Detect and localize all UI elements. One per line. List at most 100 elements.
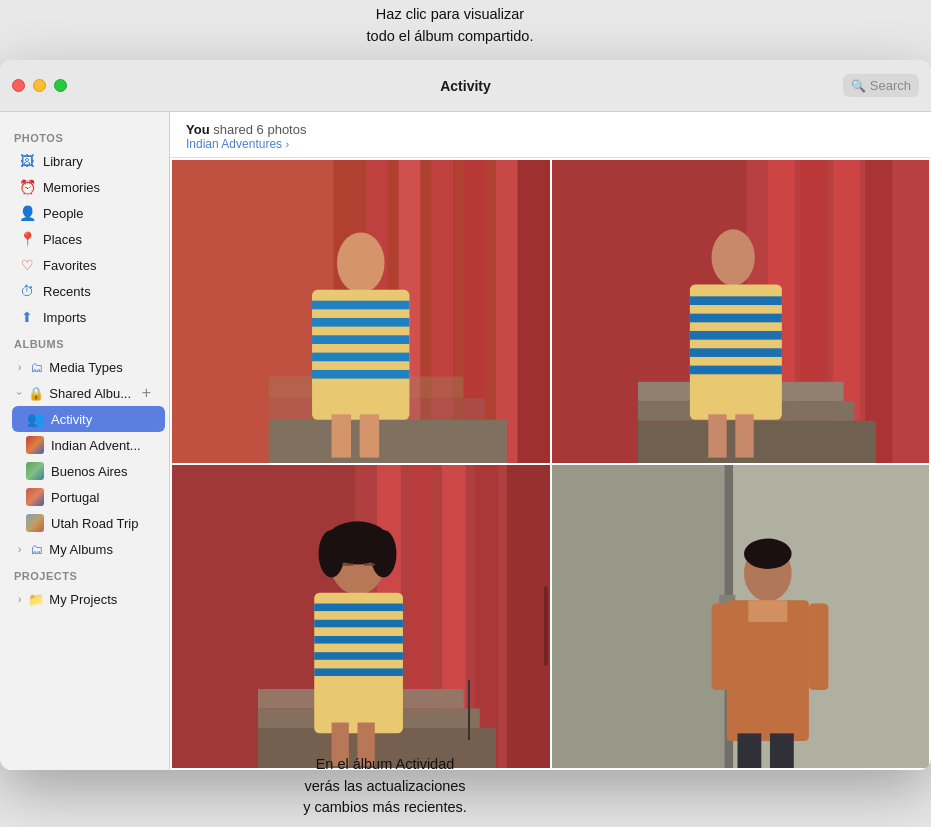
sidebar-item-recents-label: Recents bbox=[43, 284, 91, 299]
shared-albums-icon: 🔒 bbox=[27, 384, 45, 402]
sidebar-item-places-label: Places bbox=[43, 232, 82, 247]
add-shared-album-button[interactable]: + bbox=[142, 384, 151, 402]
svg-rect-10 bbox=[269, 420, 507, 463]
sidebar-group-media-types[interactable]: › 🗂 Media Types bbox=[4, 354, 165, 380]
activity-header: You shared 6 photos Indian Adventures › bbox=[170, 112, 931, 158]
albums-section-label: Albums bbox=[0, 330, 169, 354]
activity-icon: 👥 bbox=[26, 410, 44, 428]
sidebar-item-recents[interactable]: ⏱ Recents bbox=[4, 278, 165, 304]
sidebar-item-activity[interactable]: 👥 Activity bbox=[12, 406, 165, 432]
sidebar-item-buenos-aires[interactable]: Buenos Aires bbox=[12, 458, 165, 484]
imports-icon: ⬆ bbox=[18, 308, 36, 326]
photo-svg-1 bbox=[172, 160, 550, 463]
svg-rect-31 bbox=[689, 296, 781, 305]
photo-cell-4[interactable] bbox=[552, 465, 930, 768]
utah-road-trip-thumb bbox=[26, 514, 44, 532]
media-types-label: Media Types bbox=[49, 360, 151, 375]
memories-icon: ⏰ bbox=[18, 178, 36, 196]
search-box[interactable]: 🔍 Search bbox=[843, 74, 919, 97]
svg-rect-54 bbox=[314, 593, 403, 734]
my-projects-label: My Projects bbox=[49, 592, 151, 607]
photo-cell-3[interactable] bbox=[172, 465, 550, 768]
sidebar-item-imports-label: Imports bbox=[43, 310, 86, 325]
svg-rect-28 bbox=[637, 421, 875, 463]
sidebar-item-buenos-aires-label: Buenos Aires bbox=[51, 464, 128, 479]
sidebar-item-portugal-label: Portugal bbox=[51, 490, 99, 505]
annotation-top: Haz clic para visualizar todo el álbum c… bbox=[310, 4, 590, 48]
svg-rect-16 bbox=[312, 353, 409, 362]
media-types-chevron: › bbox=[18, 362, 21, 373]
album-name: Indian Adventures bbox=[186, 137, 282, 151]
sidebar-item-utah-road-trip[interactable]: Utah Road Trip bbox=[12, 510, 165, 536]
svg-rect-17 bbox=[312, 370, 409, 379]
maximize-button[interactable] bbox=[54, 79, 67, 92]
shared-albums-sub-items: 👥 Activity Indian Advent... Buenos Aires… bbox=[0, 406, 169, 536]
sidebar-group-my-albums[interactable]: › 🗂 My Albums bbox=[4, 536, 165, 562]
svg-rect-47 bbox=[258, 728, 496, 768]
shared-info: You shared 6 photos bbox=[186, 122, 915, 137]
svg-rect-36 bbox=[708, 414, 726, 457]
traffic-lights bbox=[12, 79, 67, 92]
svg-point-69 bbox=[743, 539, 791, 569]
sidebar-item-memories[interactable]: ⏰ Memories bbox=[4, 174, 165, 200]
projects-section-label: Projects bbox=[0, 562, 169, 586]
svg-rect-56 bbox=[314, 620, 403, 628]
scroll-handle[interactable] bbox=[544, 586, 548, 666]
portugal-thumb bbox=[26, 488, 44, 506]
svg-rect-19 bbox=[360, 414, 379, 457]
svg-point-50 bbox=[319, 530, 345, 578]
photo-svg-4 bbox=[552, 465, 930, 768]
title-bar: Activity 🔍 Search bbox=[0, 60, 931, 112]
sidebar-item-places[interactable]: 📍 Places bbox=[4, 226, 165, 252]
svg-rect-14 bbox=[312, 318, 409, 327]
places-icon: 📍 bbox=[18, 230, 36, 248]
sidebar-item-library-label: Library bbox=[43, 154, 83, 169]
media-types-icon: 🗂 bbox=[27, 358, 45, 376]
album-link[interactable]: Indian Adventures › bbox=[186, 137, 915, 151]
main-content: Photos 🖼 Library ⏰ Memories 👤 People 📍 P… bbox=[0, 112, 931, 770]
shared-text: shared 6 photos bbox=[213, 122, 306, 137]
sidebar-item-utah-road-trip-label: Utah Road Trip bbox=[51, 516, 138, 531]
sidebar-item-favorites[interactable]: ♡ Favorites bbox=[4, 252, 165, 278]
svg-rect-18 bbox=[332, 414, 351, 457]
my-projects-chevron: › bbox=[18, 594, 21, 605]
svg-rect-34 bbox=[689, 348, 781, 357]
sidebar-item-indian-adventures[interactable]: Indian Advent... bbox=[12, 432, 165, 458]
shared-albums-chevron: › bbox=[14, 391, 25, 394]
sidebar-item-people[interactable]: 👤 People bbox=[4, 200, 165, 226]
sidebar-item-portugal[interactable]: Portugal bbox=[12, 484, 165, 510]
minimize-button[interactable] bbox=[33, 79, 46, 92]
photo-svg-2 bbox=[552, 160, 930, 463]
sidebar-item-favorites-label: Favorites bbox=[43, 258, 96, 273]
close-button[interactable] bbox=[12, 79, 25, 92]
search-placeholder: Search bbox=[870, 78, 911, 93]
svg-rect-61 bbox=[358, 723, 375, 766]
my-albums-chevron: › bbox=[18, 544, 21, 555]
people-icon: 👤 bbox=[18, 204, 36, 222]
my-projects-icon: 📁 bbox=[27, 590, 45, 608]
album-link-arrow: › bbox=[285, 138, 289, 150]
window-title: Activity bbox=[440, 78, 491, 94]
svg-rect-33 bbox=[689, 331, 781, 340]
svg-rect-15 bbox=[312, 335, 409, 344]
sidebar-item-imports[interactable]: ⬆ Imports bbox=[4, 304, 165, 330]
sidebar-group-my-projects[interactable]: › 📁 My Projects bbox=[4, 586, 165, 612]
svg-rect-32 bbox=[689, 314, 781, 323]
svg-rect-37 bbox=[735, 414, 753, 457]
photos-section-label: Photos bbox=[0, 124, 169, 148]
sidebar-group-shared-albums[interactable]: › 🔒 Shared Albu... + bbox=[4, 380, 165, 406]
photo-cell-1[interactable] bbox=[172, 160, 550, 463]
app-window: Activity 🔍 Search Photos 🖼 Library ⏰ Mem… bbox=[0, 60, 931, 770]
favorites-icon: ♡ bbox=[18, 256, 36, 274]
sidebar-item-memories-label: Memories bbox=[43, 180, 100, 195]
svg-point-51 bbox=[370, 530, 396, 578]
shared-albums-label: Shared Albu... bbox=[49, 386, 137, 401]
content-area: You shared 6 photos Indian Adventures › bbox=[170, 112, 931, 770]
my-albums-label: My Albums bbox=[49, 542, 151, 557]
sidebar-item-people-label: People bbox=[43, 206, 83, 221]
photo-cell-2[interactable] bbox=[552, 160, 930, 463]
outer-wrapper: Haz clic para visualizar todo el álbum c… bbox=[0, 0, 931, 827]
sidebar-item-library[interactable]: 🖼 Library bbox=[4, 148, 165, 174]
sidebar-item-activity-label: Activity bbox=[51, 412, 92, 427]
svg-rect-35 bbox=[689, 366, 781, 375]
